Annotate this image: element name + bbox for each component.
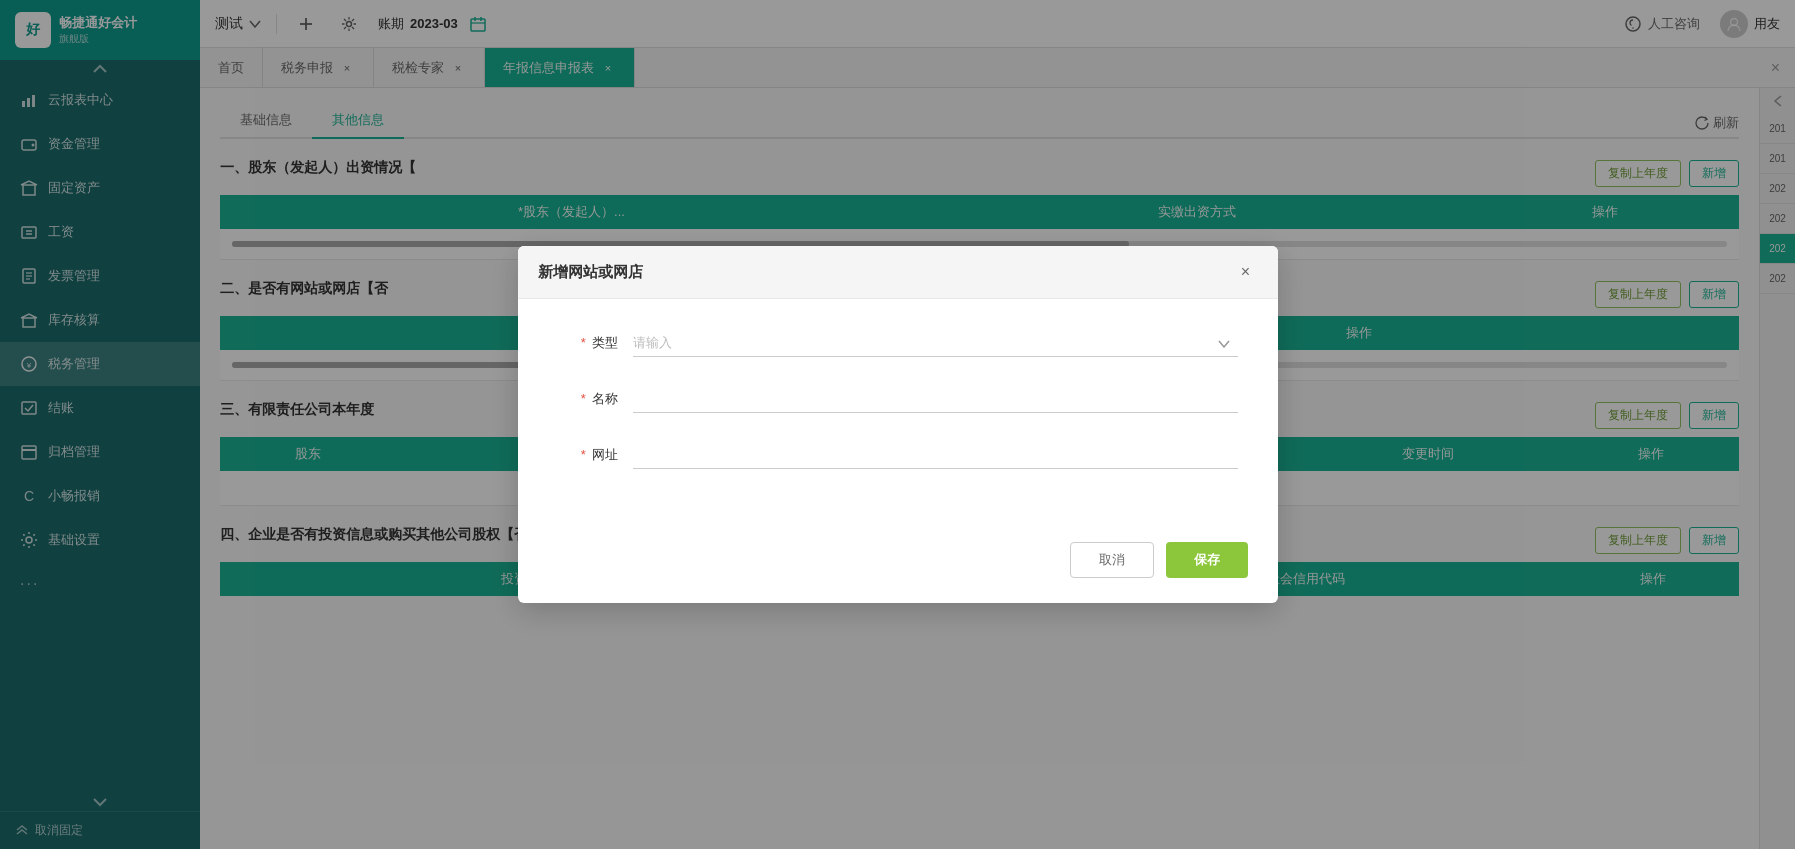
- dialog-footer: 取消 保存: [518, 527, 1278, 603]
- url-label: * 网址: [558, 446, 618, 464]
- form-row-type: * 类型: [558, 329, 1238, 357]
- name-label: * 名称: [558, 390, 618, 408]
- required-star-type: *: [581, 335, 586, 350]
- required-star-url: *: [581, 447, 586, 462]
- dialog-title: 新增网站或网店: [538, 263, 643, 282]
- form-row-url: * 网址: [558, 441, 1238, 469]
- url-input-wrapper: [633, 441, 1238, 469]
- type-label: * 类型: [558, 334, 618, 352]
- save-button[interactable]: 保存: [1166, 542, 1248, 578]
- dialog-header: 新增网站或网店 ×: [518, 246, 1278, 299]
- required-star-name: *: [581, 391, 586, 406]
- url-input[interactable]: [633, 441, 1238, 469]
- add-website-dialog: 新增网站或网店 × * 类型 * 名: [518, 246, 1278, 603]
- dialog-body: * 类型 * 名称: [518, 299, 1278, 527]
- name-input-wrapper: [633, 385, 1238, 413]
- dialog-overlay: 新增网站或网店 × * 类型 * 名: [0, 0, 1795, 849]
- type-input-wrapper: [633, 329, 1238, 357]
- name-input[interactable]: [633, 385, 1238, 413]
- dialog-close-btn[interactable]: ×: [1234, 260, 1258, 284]
- type-input[interactable]: [633, 329, 1238, 357]
- form-row-name: * 名称: [558, 385, 1238, 413]
- cancel-button[interactable]: 取消: [1070, 542, 1154, 578]
